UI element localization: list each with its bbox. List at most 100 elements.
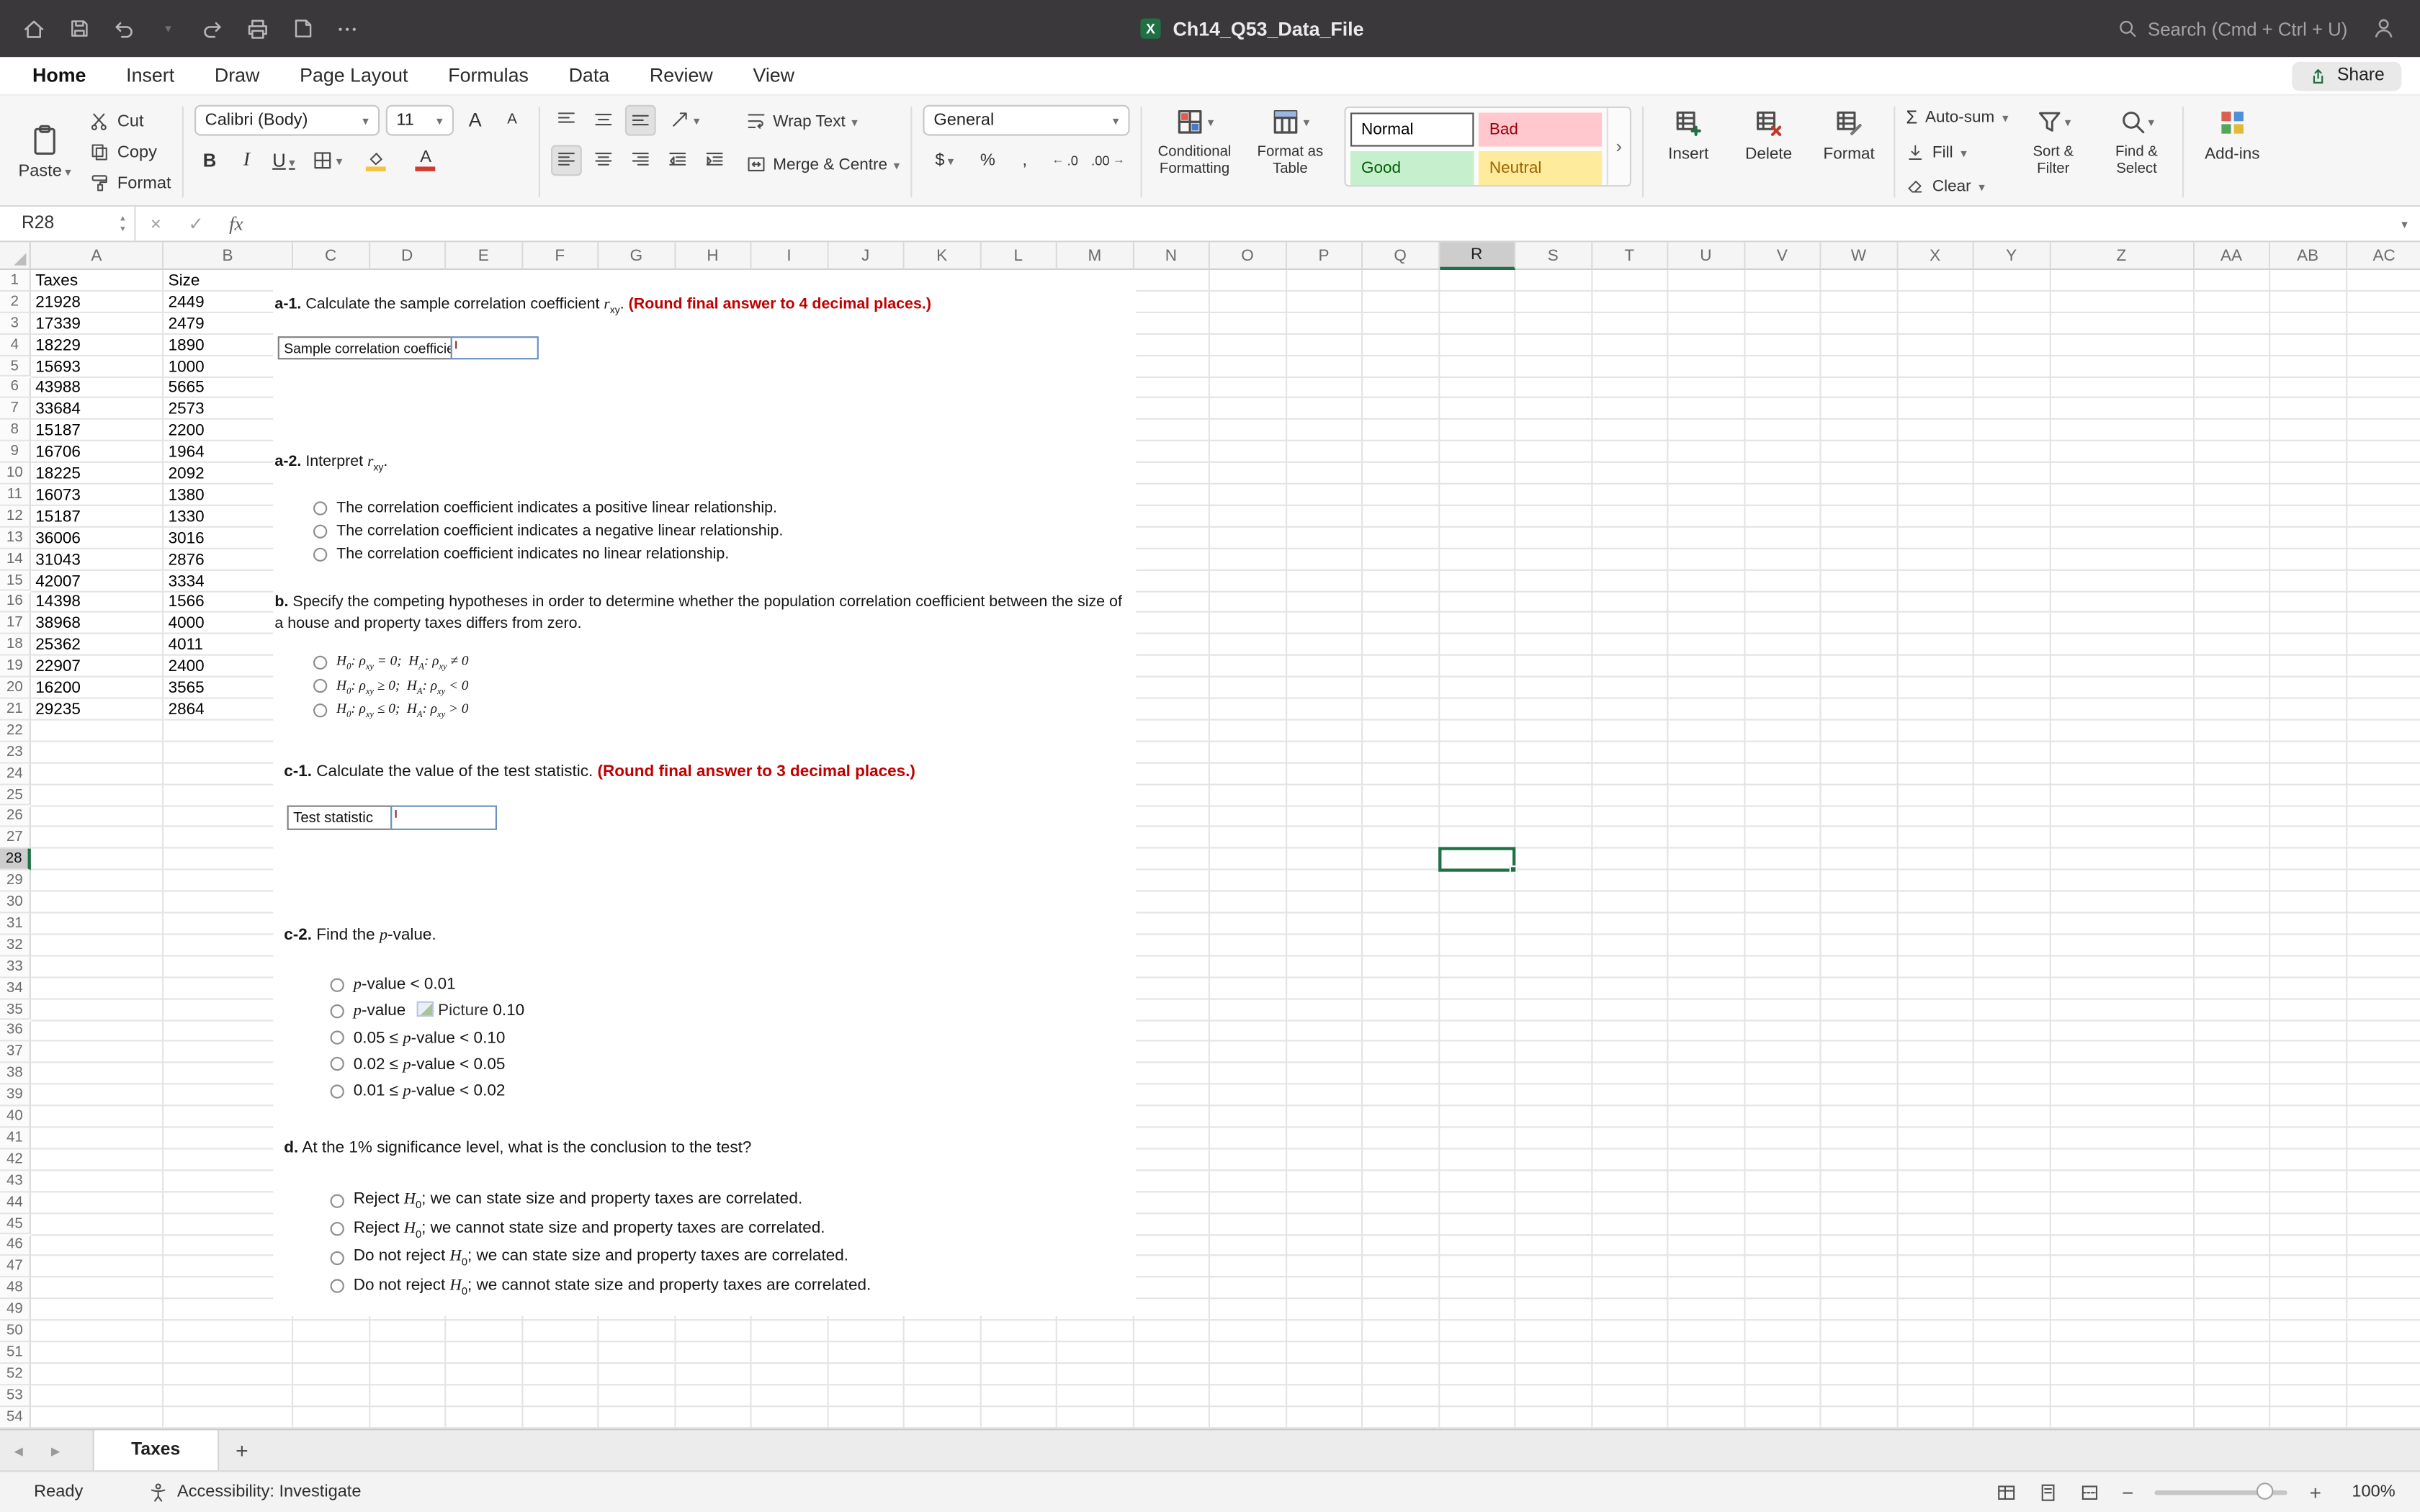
add-ins-button[interactable]: Add-ins	[2195, 104, 2269, 163]
ribbon-tab-draw[interactable]: Draw	[194, 56, 279, 95]
row-header-36[interactable]: 36	[0, 1020, 31, 1043]
radio-option[interactable]: The correlation coefficient indicates no…	[313, 546, 729, 563]
fill-color-button[interactable]	[355, 144, 398, 175]
align-middle-button[interactable]	[588, 104, 619, 135]
column-header-Z[interactable]: Z	[2050, 242, 2195, 270]
column-header-AA[interactable]: AA	[2194, 242, 2271, 270]
column-header-Y[interactable]: Y	[1973, 242, 2051, 270]
print-icon[interactable]	[244, 14, 272, 42]
column-header-C[interactable]: C	[293, 242, 370, 270]
text-orientation-button[interactable]	[662, 104, 708, 135]
selected-cell-R28[interactable]	[1438, 847, 1516, 873]
zoom-slider-knob[interactable]	[2256, 1482, 2273, 1500]
row-header-40[interactable]: 40	[0, 1106, 31, 1128]
row-header-14[interactable]: 14	[0, 549, 31, 570]
redo-icon[interactable]	[199, 14, 227, 42]
row-header-42[interactable]: 42	[0, 1149, 31, 1171]
row-header-44[interactable]: 44	[0, 1192, 31, 1214]
radio-button-icon[interactable]	[330, 1084, 344, 1099]
style-chip-good[interactable]: Good	[1350, 151, 1474, 186]
row-header-7[interactable]: 7	[0, 398, 31, 420]
radio-button-icon[interactable]	[330, 1250, 344, 1265]
column-header-G[interactable]: G	[599, 242, 676, 270]
wrap-text-button[interactable]: Wrap Text	[745, 104, 900, 139]
normal-view-icon[interactable]	[1995, 1482, 2017, 1502]
radio-button-icon[interactable]	[313, 501, 328, 516]
radio-button-icon[interactable]	[330, 1004, 344, 1018]
insert-function-icon[interactable]: fx	[216, 212, 256, 235]
cell-A19[interactable]: 22907	[31, 656, 163, 678]
radio-option[interactable]: H0: ρxy = 0; HA: ρxy ≠ 0	[313, 652, 468, 672]
autosum-button[interactable]: Σ Auto-sum	[1906, 104, 2008, 131]
format-painter-button[interactable]: Format	[89, 170, 171, 196]
column-header-E[interactable]: E	[446, 242, 523, 270]
column-header-O[interactable]: O	[1210, 242, 1287, 270]
row-header-33[interactable]: 33	[0, 956, 31, 978]
row-header-9[interactable]: 9	[0, 441, 31, 464]
row-header-48[interactable]: 48	[0, 1277, 31, 1300]
ribbon-tab-page-layout[interactable]: Page Layout	[279, 56, 428, 95]
ribbon-tab-review[interactable]: Review	[629, 56, 733, 95]
row-header-25[interactable]: 25	[0, 784, 31, 806]
radio-option[interactable]: 0.05 ≤ p-value < 0.10	[330, 1028, 505, 1047]
next-sheet-icon[interactable]	[37, 1430, 73, 1470]
row-header-46[interactable]: 46	[0, 1235, 31, 1257]
column-header-I[interactable]: I	[751, 242, 828, 270]
row-header-11[interactable]: 11	[0, 484, 31, 506]
cell-A14[interactable]: 31043	[31, 549, 163, 570]
percent-style-button[interactable]: %	[972, 144, 1003, 175]
column-header-P[interactable]: P	[1286, 242, 1363, 270]
align-center-button[interactable]	[588, 144, 619, 175]
row-header-10[interactable]: 10	[0, 463, 31, 485]
row-header-13[interactable]: 13	[0, 527, 31, 549]
sample-coefficient-input[interactable]	[450, 336, 539, 360]
row-header-52[interactable]: 52	[0, 1364, 31, 1385]
row-header-41[interactable]: 41	[0, 1128, 31, 1150]
row-header-22[interactable]: 22	[0, 720, 31, 742]
grow-font-button[interactable]: A	[460, 104, 490, 135]
formula-bar-expand-icon[interactable]	[2401, 215, 2408, 233]
radio-option[interactable]: Reject H0; we can state size and propert…	[330, 1189, 802, 1211]
column-header-N[interactable]: N	[1133, 242, 1210, 270]
style-chip-bad[interactable]: Bad	[1478, 112, 1603, 147]
clear-button[interactable]: Clear	[1906, 174, 2008, 201]
column-header-J[interactable]: J	[828, 242, 905, 270]
row-header-2[interactable]: 2	[0, 291, 31, 313]
column-header-V[interactable]: V	[1744, 242, 1821, 270]
radio-button-icon[interactable]	[313, 703, 328, 718]
cell-A8[interactable]: 15187	[31, 420, 163, 441]
search-box[interactable]: Search (Cmd + Ctrl + U)	[2117, 18, 2347, 40]
row-header-24[interactable]: 24	[0, 763, 31, 785]
radio-option[interactable]: 0.01 ≤ p-value < 0.02	[330, 1082, 505, 1100]
ribbon-tab-home[interactable]: Home	[12, 56, 106, 95]
bold-button[interactable]: B	[194, 144, 225, 175]
cell-A3[interactable]: 17339	[31, 313, 163, 335]
row-header-12[interactable]: 12	[0, 505, 31, 528]
column-header-A[interactable]: A	[30, 242, 164, 270]
row-header-37[interactable]: 37	[0, 1042, 31, 1064]
row-header-15[interactable]: 15	[0, 570, 31, 592]
radio-button-icon[interactable]	[330, 1279, 344, 1293]
column-header-AB[interactable]: AB	[2270, 242, 2347, 270]
radio-option[interactable]: The correlation coefficient indicates a …	[313, 500, 777, 517]
radio-option[interactable]: Do not reject H0; we cannot state size a…	[330, 1275, 871, 1297]
row-header-19[interactable]: 19	[0, 656, 31, 678]
radio-button-icon[interactable]	[330, 977, 344, 991]
radio-button-icon[interactable]	[313, 679, 328, 693]
row-header-8[interactable]: 8	[0, 420, 31, 442]
cell-A18[interactable]: 25362	[31, 634, 163, 656]
home-icon[interactable]	[20, 14, 48, 42]
radio-button-icon[interactable]	[330, 1030, 344, 1045]
borders-button[interactable]	[305, 144, 349, 175]
row-header-31[interactable]: 31	[0, 913, 31, 935]
cell-A7[interactable]: 33684	[31, 399, 163, 420]
radio-option[interactable]: 0.02 ≤ p-value < 0.05	[330, 1055, 505, 1074]
row-header-50[interactable]: 50	[0, 1320, 31, 1343]
radio-option[interactable]: The correlation coefficient indicates a …	[313, 523, 783, 540]
paste-button[interactable]: Paste	[12, 104, 77, 201]
styles-more-button[interactable]	[1606, 108, 1630, 186]
align-left-button[interactable]	[550, 144, 582, 176]
row-header-30[interactable]: 30	[0, 891, 31, 914]
row-header-38[interactable]: 38	[0, 1063, 31, 1085]
sort-filter-button[interactable]: Sort & Filter	[2017, 104, 2089, 201]
